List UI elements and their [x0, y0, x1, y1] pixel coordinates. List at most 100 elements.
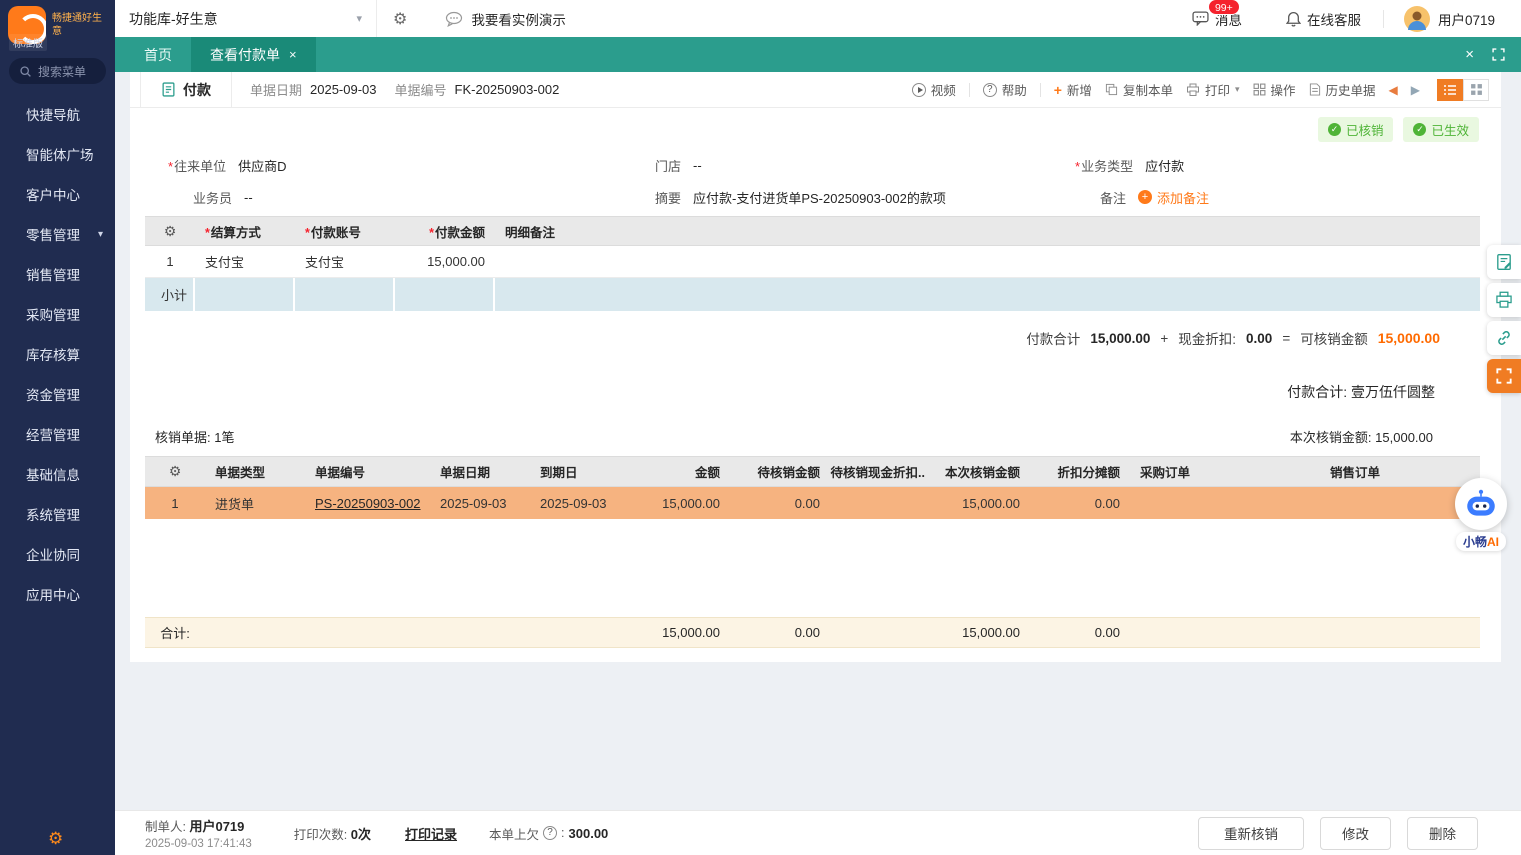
amount-in-words-label: 付款合计: — [1287, 384, 1348, 400]
add-remark-button[interactable]: + 添加备注 — [1138, 188, 1209, 207]
sidebar-item-label: 企业协同 — [26, 548, 80, 563]
copy-label: 复制本单 — [1122, 84, 1173, 98]
grid-view-button[interactable] — [1463, 78, 1489, 101]
delete-button[interactable]: 删除 — [1407, 816, 1478, 850]
link-tool-button[interactable] — [1487, 321, 1521, 355]
video-button[interactable]: 视频 — [911, 80, 956, 99]
sidebar-item-operation-mgmt[interactable]: 经营管理 — [0, 414, 115, 454]
help-button[interactable]: ? 帮助 — [982, 80, 1027, 99]
sidebar-item-label: 系统管理 — [26, 508, 80, 523]
sidebar-item-system-mgmt[interactable]: 系统管理 — [0, 494, 115, 534]
field-partner-label: *往来单位 — [168, 158, 227, 174]
ai-assistant-suffix: AI — [1487, 535, 1499, 549]
required-mark: * — [429, 225, 434, 240]
topbar-divider — [1382, 9, 1384, 28]
menu-search[interactable]: 搜索菜单 — [9, 58, 106, 84]
message-icon — [1192, 11, 1209, 26]
rewriteoff-button[interactable]: 重新核销 — [1198, 816, 1304, 850]
writeoff-table: ⚙ 单据类型 单据编号 单据日期 到期日 金额 待核销金额 待核销现金折扣.. … — [145, 456, 1480, 648]
creator-label: 制单人: — [145, 820, 186, 834]
sidebar-item-sales-mgmt[interactable]: 销售管理 — [0, 254, 115, 294]
discount-label: 现金折扣: — [1178, 332, 1237, 347]
user-menu[interactable]: 用户0719 — [1403, 5, 1495, 32]
app-switcher-dropdown[interactable]: 功能库-好生意 ▾ — [115, 0, 377, 37]
messages-button[interactable]: 99+ 消息 — [1192, 0, 1242, 29]
note-edit-tool-button[interactable] — [1487, 245, 1521, 279]
sidebar-item-quick-nav[interactable]: 快捷导航 — [0, 94, 115, 134]
sidebar-item-agent-plaza[interactable]: 智能体广场 — [0, 134, 115, 174]
verifiable-label: 可核销金额 — [1300, 332, 1368, 347]
check-icon: ✓ — [1413, 123, 1427, 136]
column-settings-gear-icon[interactable]: ⚙ — [145, 223, 195, 240]
sidebar-nav: 快捷导航 智能体广场 客户中心 零售管理 ▾ 销售管理 采购管理 库存核算 资金管… — [0, 94, 115, 614]
status-badge-effective: ✓ 已生效 — [1403, 117, 1479, 142]
demo-link[interactable]: 我要看实例演示 — [445, 9, 566, 29]
sidebar-item-label: 经营管理 — [26, 428, 80, 443]
writeoff-amount-total: 本次核销金额: 15,000.00 — [1290, 427, 1433, 446]
sidebar-settings-gear-icon[interactable]: ⚙ — [48, 829, 63, 849]
sidebar-item-app-center[interactable]: 应用中心 — [0, 574, 115, 614]
list-view-button[interactable] — [1437, 78, 1463, 101]
sidebar-item-funds-mgmt[interactable]: 资金管理 — [0, 374, 115, 414]
chevron-down-icon: ▾ — [97, 228, 103, 240]
amount-in-words-value: 壹万伍仟圆整 — [1351, 384, 1435, 400]
field-store-value: -- — [693, 157, 702, 173]
plus-circle-icon: + — [1138, 190, 1153, 204]
menu-search-label: 搜索菜单 — [38, 64, 87, 79]
bell-icon — [1285, 11, 1301, 27]
add-button[interactable]: + 新增 — [1054, 80, 1092, 99]
next-document-icon[interactable]: ▶ — [1411, 83, 1420, 97]
tab-payment-doc[interactable]: 付款 — [140, 71, 232, 108]
sidebar-item-inventory-accounting[interactable]: 库存核算 — [0, 334, 115, 374]
expand-tool-button[interactable] — [1487, 359, 1521, 393]
tab-home[interactable]: 首页 — [125, 37, 191, 72]
ai-assistant-widget[interactable]: 小畅AI — [1453, 478, 1509, 551]
sidebar-item-retail-mgmt[interactable]: 零售管理 ▾ — [0, 214, 115, 254]
plus-icon: + — [1053, 81, 1062, 98]
question-icon: ? — [982, 82, 997, 97]
doc-no-link[interactable]: PS-20250903-002 — [315, 496, 421, 511]
required-mark: * — [1075, 158, 1081, 174]
sidebar-item-label: 客户中心 — [26, 188, 80, 203]
help-label: 帮助 — [1001, 84, 1027, 98]
print-log-link[interactable]: 打印记录 — [405, 824, 457, 843]
sidebar-item-base-info[interactable]: 基础信息 — [0, 454, 115, 494]
close-all-icon[interactable]: × — [1465, 46, 1474, 63]
copy-document-button[interactable]: 复制本单 — [1105, 80, 1173, 99]
print-tool-button[interactable] — [1487, 283, 1521, 317]
print-button[interactable]: 打印 ▾ — [1186, 80, 1240, 99]
sidebar-item-customer-center[interactable]: 客户中心 — [0, 174, 115, 214]
doc-no-label: 单据编号 — [394, 83, 447, 98]
payment-line-row[interactable]: 1 支付宝 支付宝 15,000.00 — [145, 246, 1480, 278]
document-icon — [161, 82, 176, 97]
operations-button[interactable]: 操作 — [1253, 80, 1296, 99]
history-documents-button[interactable]: 历史单据 — [1309, 80, 1376, 99]
subtotal-empty-cell — [495, 278, 1480, 311]
field-partner-value: 供应商D — [238, 158, 287, 174]
previous-document-icon[interactable]: ◀ — [1389, 83, 1398, 97]
verifiable-value: 15,000.00 — [1377, 330, 1440, 346]
online-support-button[interactable]: 在线客服 — [1285, 9, 1361, 29]
fullscreen-icon[interactable] — [1492, 48, 1505, 61]
col-remark-header: 明细备注 — [505, 225, 556, 240]
sidebar-item-purchase-mgmt[interactable]: 采购管理 — [0, 294, 115, 334]
sidebar-item-enterprise-collab[interactable]: 企业协同 — [0, 534, 115, 574]
column-settings-gear-icon[interactable]: ⚙ — [145, 463, 205, 480]
ai-assistant-name: 小畅 — [1462, 535, 1487, 549]
view-toggle — [1437, 78, 1489, 101]
writeoff-row[interactable]: 1 进货单 PS-20250903-002 2025-09-03 2025-09… — [145, 487, 1480, 519]
total-discount-share: 0.00 — [1094, 625, 1120, 640]
close-tab-icon[interactable]: × — [289, 47, 297, 62]
tab-home-label: 首页 — [144, 46, 172, 63]
topbar-gear-icon[interactable]: ⚙ — [393, 9, 407, 29]
doc-type-cell: 进货单 — [215, 496, 255, 512]
field-clerk-value: -- — [244, 189, 253, 205]
play-icon — [911, 82, 926, 97]
username-label: 用户0719 — [1437, 12, 1495, 28]
tab-view-payment[interactable]: 查看付款单 × — [191, 37, 316, 72]
creator-block: 制单人: 用户0719 2025-09-03 17:41:43 — [145, 816, 252, 850]
owed-value: 300.00 — [568, 825, 609, 841]
payment-amount-cell: 15,000.00 — [427, 254, 485, 269]
edit-button[interactable]: 修改 — [1320, 816, 1391, 850]
question-icon[interactable]: ? — [543, 826, 558, 840]
